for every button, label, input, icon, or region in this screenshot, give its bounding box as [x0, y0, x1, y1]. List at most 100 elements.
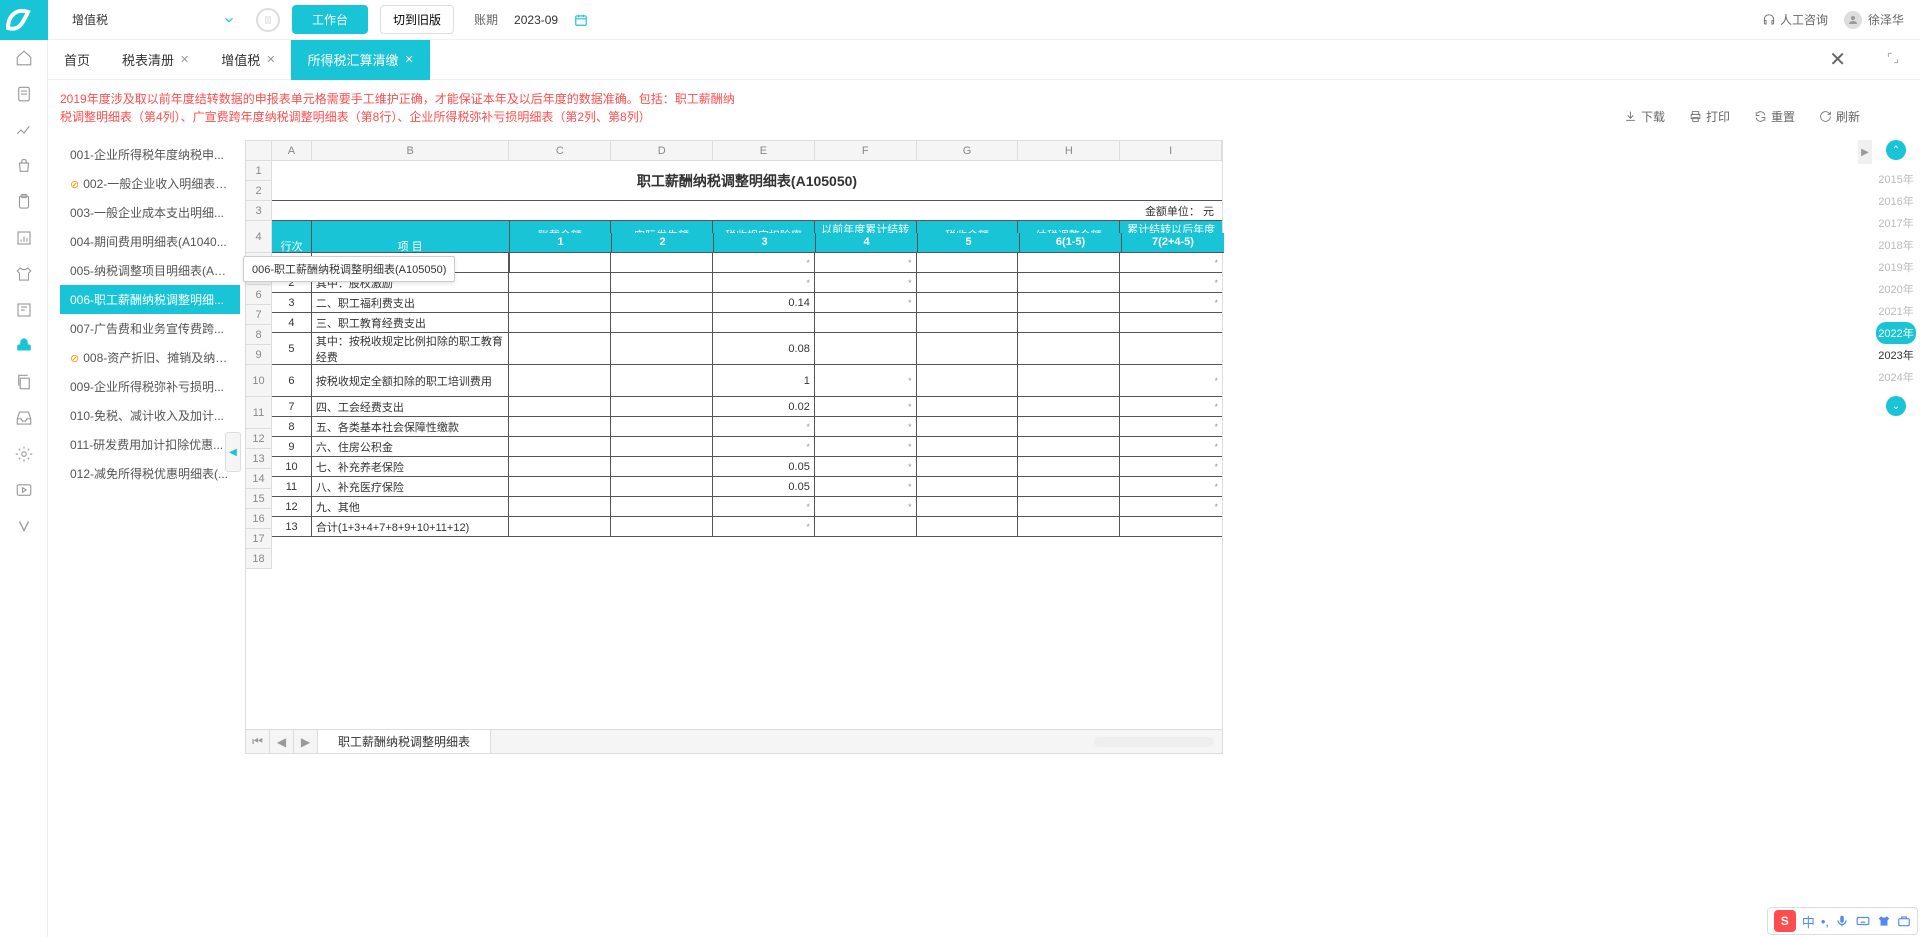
cell[interactable]	[815, 517, 917, 536]
cell[interactable]: *	[815, 477, 917, 496]
cell[interactable]	[509, 457, 611, 476]
year-button[interactable]: 2016年	[1876, 190, 1916, 212]
form-list-item[interactable]: 001-企业所得税年度纳税申...	[60, 140, 240, 169]
ime-lang[interactable]: 中	[1802, 912, 1815, 931]
calendar-icon[interactable]	[574, 13, 588, 27]
horizontal-scrollbar[interactable]	[1094, 737, 1214, 747]
nav-video-icon[interactable]	[0, 472, 48, 508]
cell[interactable]: 其中：按税收规定比例扣除的职工教育经费	[312, 333, 510, 364]
cell[interactable]: *	[815, 365, 917, 396]
nav-home-icon[interactable]	[0, 40, 48, 76]
row-number[interactable]: 16	[246, 509, 272, 529]
cell[interactable]: 0.02	[713, 397, 815, 416]
cell[interactable]: 八、补充医疗保险	[312, 477, 510, 496]
nav-clipboard-icon[interactable]	[0, 184, 48, 220]
cell[interactable]: *	[713, 273, 815, 292]
support-link[interactable]: 人工咨询	[1762, 11, 1828, 28]
cell[interactable]	[917, 457, 1019, 476]
cell[interactable]	[1018, 365, 1120, 396]
year-button[interactable]: 2020年	[1876, 278, 1916, 300]
nav-doc-icon[interactable]	[0, 76, 48, 112]
cell[interactable]: 3	[272, 293, 312, 312]
cell[interactable]: 0.05	[713, 477, 815, 496]
tab-item[interactable]: 税表清册✕	[106, 40, 205, 80]
tab-item[interactable]: 首页	[48, 40, 106, 80]
year-button[interactable]: 2022年	[1876, 322, 1916, 344]
cell[interactable]: 四、工会经费支出	[312, 397, 510, 416]
cell[interactable]: *	[815, 253, 917, 272]
row-number[interactable]: 8	[246, 325, 272, 345]
cell[interactable]: 9	[272, 437, 312, 456]
print-button[interactable]: 打印	[1689, 108, 1730, 125]
cell[interactable]	[509, 477, 611, 496]
sheet-tab-active[interactable]: 职工薪酬纳税调整明细表	[318, 730, 491, 753]
cell[interactable]	[1018, 457, 1120, 476]
cell[interactable]	[509, 293, 611, 312]
year-button[interactable]: 2015年	[1876, 168, 1916, 190]
refresh-button[interactable]: 刷新	[1819, 108, 1860, 125]
cell[interactable]	[917, 313, 1019, 332]
row-number[interactable]: 6	[246, 285, 272, 305]
row-number[interactable]: 7	[246, 305, 272, 325]
nav-stats-icon[interactable]	[0, 292, 48, 328]
row-number[interactable]: 12	[246, 429, 272, 449]
cell[interactable]: *	[713, 417, 815, 436]
row-number[interactable]: 2	[246, 181, 272, 201]
nav-tax-icon[interactable]	[0, 328, 48, 364]
nav-settings-icon[interactable]	[0, 436, 48, 472]
cell[interactable]: 5	[272, 333, 312, 364]
cell[interactable]	[917, 293, 1019, 312]
cell[interactable]: 1	[713, 365, 815, 396]
ime-punct-icon[interactable]: •,	[1821, 914, 1829, 929]
cell[interactable]: 0.05	[713, 457, 815, 476]
cell[interactable]	[611, 365, 713, 396]
cell[interactable]: 三、职工教育经费支出	[312, 313, 510, 332]
row-number[interactable]: 9	[246, 345, 272, 365]
cell[interactable]	[611, 273, 713, 292]
year-button[interactable]: 2017年	[1876, 212, 1916, 234]
sheet-next-button[interactable]: ▶	[294, 730, 318, 754]
cell[interactable]: *	[713, 497, 815, 516]
close-icon[interactable]: ✕	[180, 53, 189, 66]
year-button[interactable]: 2018年	[1876, 234, 1916, 256]
cell[interactable]	[815, 313, 917, 332]
cell[interactable]: 五、各类基本社会保障性缴款	[312, 417, 510, 436]
cell[interactable]	[1018, 293, 1120, 312]
cell[interactable]	[917, 333, 1019, 364]
ime-keyboard-icon[interactable]	[1855, 914, 1871, 928]
cell[interactable]	[611, 417, 713, 436]
reset-button[interactable]: 重置	[1754, 108, 1795, 125]
col-header[interactable]: G	[917, 141, 1019, 160]
cell[interactable]	[1018, 497, 1120, 516]
col-header[interactable]: F	[815, 141, 917, 160]
cell[interactable]: 七、补充养老保险	[312, 457, 510, 476]
form-list-item[interactable]: 009-企业所得税弥补亏损明...	[60, 372, 240, 401]
cell[interactable]	[917, 477, 1019, 496]
cell[interactable]: 12	[272, 497, 312, 516]
year-button[interactable]: 2019年	[1876, 256, 1916, 278]
cell[interactable]: *	[1120, 273, 1222, 292]
cell[interactable]: *	[713, 253, 815, 272]
download-button[interactable]: 下载	[1624, 108, 1665, 125]
cell[interactable]: 六、住房公积金	[312, 437, 510, 456]
cell[interactable]	[611, 293, 713, 312]
cell[interactable]	[611, 517, 713, 536]
col-header[interactable]: C	[509, 141, 611, 160]
cell[interactable]	[917, 253, 1019, 272]
cell[interactable]: 0.08	[713, 333, 815, 364]
workbench-button[interactable]: 工作台	[292, 5, 368, 34]
row-number[interactable]: 15	[246, 489, 272, 509]
row-number[interactable]: 3	[246, 201, 272, 221]
year-up-button[interactable]: ⌃	[1886, 140, 1906, 160]
cell[interactable]: 11	[272, 477, 312, 496]
cell[interactable]	[917, 517, 1019, 536]
cell[interactable]	[917, 497, 1019, 516]
cell[interactable]	[611, 397, 713, 416]
expand-icon[interactable]	[1866, 51, 1920, 68]
col-header[interactable]: A	[272, 141, 312, 160]
close-all-button[interactable]: ✕	[1809, 47, 1866, 72]
tab-item[interactable]: 所得税汇算清缴✕	[291, 40, 429, 80]
form-list-item[interactable]: ⊘002-一般企业收入明细表(A...	[60, 169, 240, 198]
cell[interactable]	[917, 437, 1019, 456]
form-list-item[interactable]: 004-期间费用明细表(A1040...	[60, 227, 240, 256]
